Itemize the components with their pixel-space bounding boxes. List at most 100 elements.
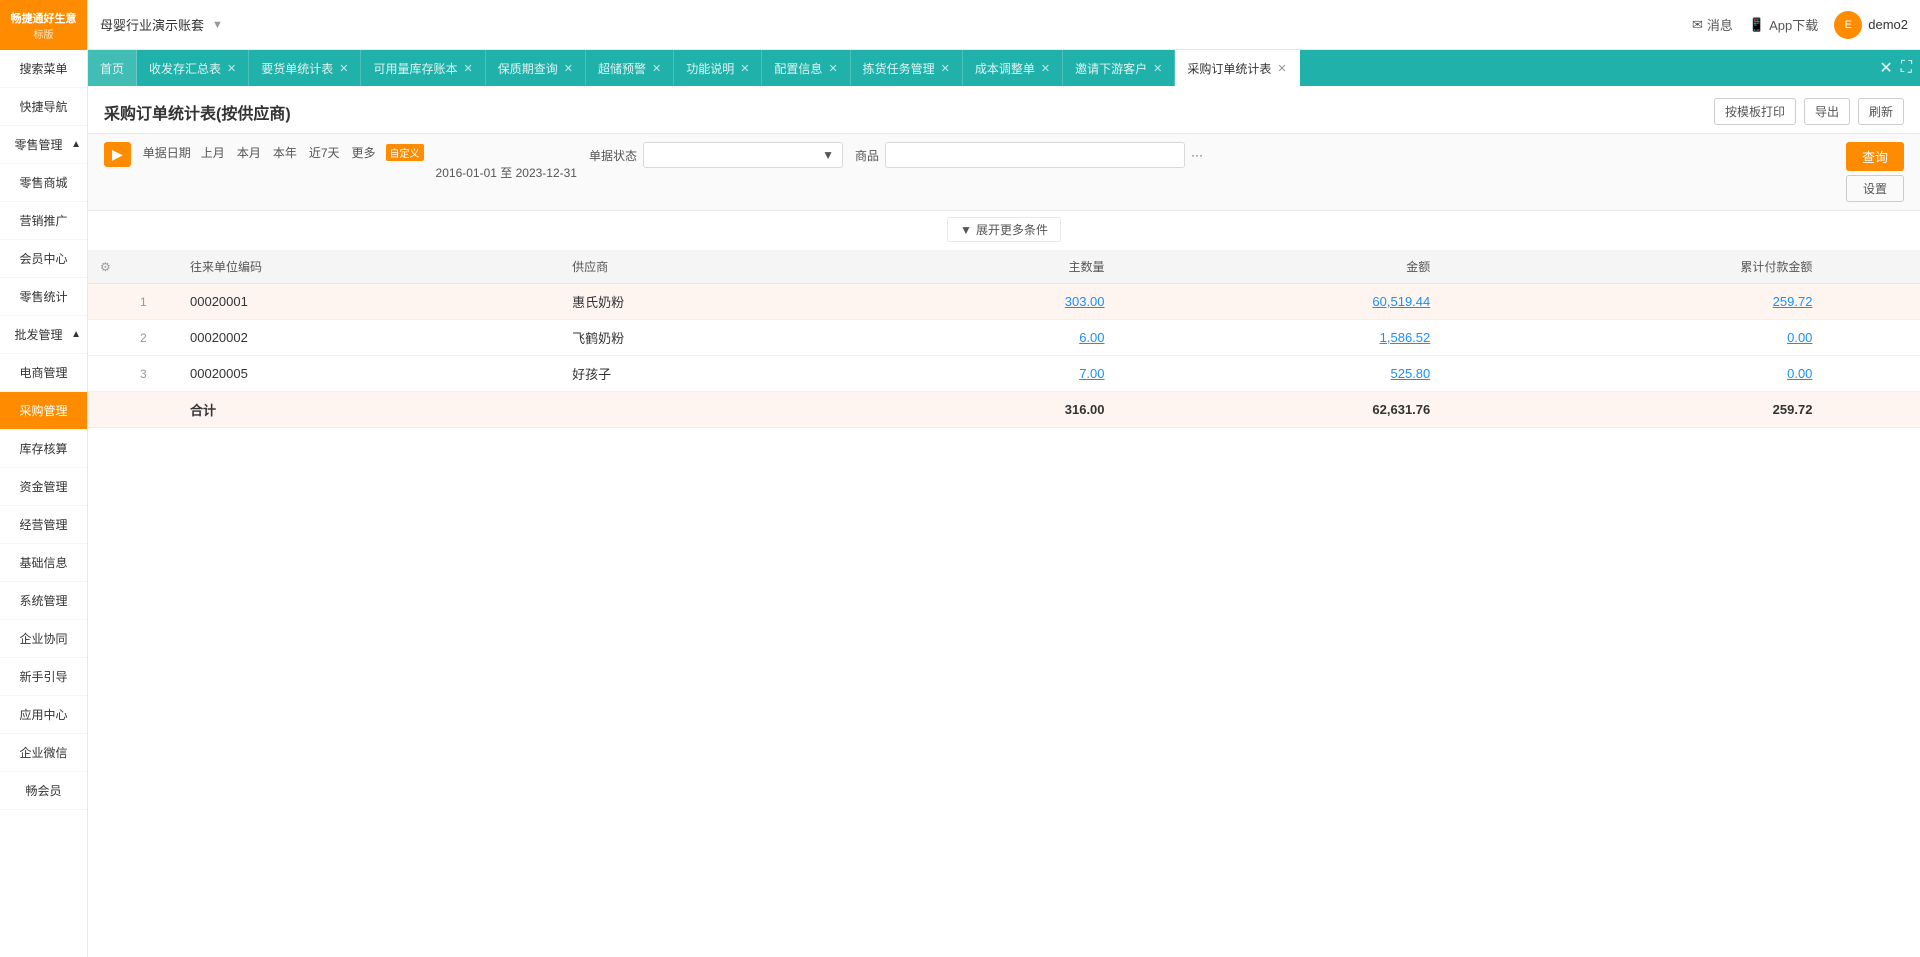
tab-home[interactable]: 首页 [88, 50, 137, 86]
goods-more-btn[interactable]: ··· [1191, 148, 1203, 162]
table-row[interactable]: 2 00020002 飞鹤奶粉 6.00 1,586.52 0.00 [88, 320, 1920, 356]
row-index: 3 [128, 356, 178, 392]
tab-label-home: 首页 [100, 60, 124, 77]
status-label: 单据状态 [589, 147, 637, 164]
expand-chevron-icon: ▼ [960, 223, 972, 237]
refresh-btn[interactable]: 刷新 [1858, 98, 1904, 125]
col-amount: 金额 [1117, 250, 1443, 284]
page-title: 采购订单统计表(按供应商) [104, 100, 291, 124]
app-download-label: App下载 [1769, 15, 1818, 34]
tab-cost-adjust[interactable]: 成本调整单✕ [963, 50, 1063, 86]
user-info[interactable]: E demo2 [1834, 11, 1908, 39]
tab-collect-send[interactable]: 收发存汇总表✕ [137, 50, 249, 86]
footer-empty-1 [88, 392, 128, 428]
topbar-right: ✉ 消息 📱 App下载 E demo2 [1692, 11, 1908, 39]
sidebar-item-system[interactable]: 系统管理 [0, 582, 87, 620]
tab-close-over-stock[interactable]: ✕ [652, 62, 661, 75]
close-tab-btn[interactable]: ✕ [1879, 58, 1892, 78]
table-row[interactable]: 3 00020005 好孩子 7.00 525.80 0.00 [88, 356, 1920, 392]
sidebar-item-wechat[interactable]: 企业微信 [0, 734, 87, 772]
action-btns: 查询 设置 [1846, 142, 1904, 202]
date-range-group: 2016-01-01 至 2023-12-31 [436, 142, 577, 181]
sidebar-item-basic[interactable]: 基础信息 [0, 544, 87, 582]
sidebar-item-retail-stat[interactable]: 零售统计 [0, 278, 87, 316]
template-print-btn[interactable]: 按模板打印 [1714, 98, 1796, 125]
sidebar-item-operation[interactable]: 经营管理 [0, 506, 87, 544]
tab-invite-customer[interactable]: 邀请下游客户✕ [1063, 50, 1175, 86]
sidebar-item-marketing[interactable]: 营销推广 [0, 202, 87, 240]
sidebar-item-retail[interactable]: 零售管理▲ [0, 126, 87, 164]
row-amount: 60,519.44 [1117, 284, 1443, 320]
tabbar: 首页收发存汇总表✕要货单统计表✕可用量库存账本✕保质期查询✕超储预警✕功能说明✕… [88, 50, 1920, 86]
tab-purchase-stat[interactable]: 要货单统计表✕ [249, 50, 361, 86]
col-supplier: 供应商 [560, 250, 863, 284]
sidebar-item-finance[interactable]: 资金管理 [0, 468, 87, 506]
row-unit-code: 00020005 [178, 356, 560, 392]
tab-close-purchase-order-stat[interactable]: ✕ [1277, 62, 1286, 75]
maximize-tab-btn[interactable]: ⛶ [1901, 59, 1912, 77]
sidebar-item-inventory[interactable]: 库存核算 [0, 430, 87, 468]
sidebar-item-corp[interactable]: 企业协同 [0, 620, 87, 658]
tab-shelf-life[interactable]: 保质期查询 ✕ [486, 50, 586, 86]
sidebar-item-retail-store[interactable]: 零售商城 [0, 164, 87, 202]
col-extra [1824, 250, 1920, 284]
sidebar-item-vip[interactable]: 畅会员 [0, 772, 87, 810]
message-btn[interactable]: ✉ 消息 [1692, 15, 1733, 34]
sidebar-nav: 搜索菜单快捷导航零售管理▲零售商城营销推广会员中心零售统计批发管理▲电商管理采购… [0, 50, 87, 810]
tab-close-cost-adjust[interactable]: ✕ [1041, 62, 1050, 75]
date-more[interactable]: 更多 [348, 142, 380, 163]
date-this-month[interactable]: 本月 [233, 142, 265, 163]
app-download-btn[interactable]: 📱 App下载 [1749, 15, 1818, 34]
sidebar-item-guide[interactable]: 新手引导 [0, 658, 87, 696]
table-container: ⚙ 往来单位编码 供应商 主数量 金额 累计付款金额 1 00020001 惠氏… [88, 250, 1920, 428]
date-7-days[interactable]: 近7天 [305, 142, 344, 163]
goods-input[interactable] [885, 142, 1185, 168]
date-last-month[interactable]: 上月 [197, 142, 229, 163]
status-select[interactable]: ▼ [643, 142, 843, 168]
tab-over-stock[interactable]: 超储预警 ✕ [586, 50, 674, 86]
tab-function-desc[interactable]: 功能说明✕ [674, 50, 762, 86]
row-supplier: 惠氏奶粉 [560, 284, 863, 320]
tab-close-invite-customer[interactable]: ✕ [1153, 62, 1162, 75]
tab-close-function-desc[interactable]: ✕ [740, 62, 749, 75]
row-extra [1824, 284, 1920, 320]
tab-config-info[interactable]: 配置信息✕ [762, 50, 850, 86]
tab-close-pick-task[interactable]: ✕ [941, 62, 950, 75]
tab-close-available-stock[interactable]: ✕ [464, 62, 473, 75]
tab-purchase-order-stat[interactable]: 采购订单统计表✕ [1175, 50, 1299, 86]
tab-close-purchase-stat[interactable]: ✕ [339, 62, 348, 75]
tab-close-collect-send[interactable]: ✕ [227, 62, 236, 75]
tab-label-over-stock: 超储预警 [598, 60, 646, 77]
sidebar-item-wholesale[interactable]: 批发管理▲ [0, 316, 87, 354]
table-settings-icon[interactable]: ⚙ [100, 260, 111, 274]
workspace-chevron-icon[interactable]: ▼ [212, 19, 223, 31]
custom-badge: 自定义 [386, 144, 424, 161]
tab-label-shelf-life: 保质期查询 [498, 60, 558, 77]
row-supplier: 好孩子 [560, 356, 863, 392]
col-unit-code: 往来单位编码 [178, 250, 560, 284]
sidebar-item-search[interactable]: 搜索菜单 [0, 50, 87, 88]
query-btn[interactable]: 查询 [1846, 142, 1904, 171]
date-this-year[interactable]: 本年 [269, 142, 301, 163]
settings-btn[interactable]: 设置 [1846, 175, 1904, 202]
table-header-row: ⚙ 往来单位编码 供应商 主数量 金额 累计付款金额 [88, 250, 1920, 284]
filter-toggle-btn[interactable]: ▶ [104, 142, 131, 167]
footer-paid-amount: 259.72 [1442, 392, 1824, 428]
row-paid-amount: 259.72 [1442, 284, 1824, 320]
tab-close-config-info[interactable]: ✕ [828, 62, 837, 75]
sidebar-item-app-center[interactable]: 应用中心 [0, 696, 87, 734]
sidebar-item-ecommerce[interactable]: 电商管理 [0, 354, 87, 392]
footer-empty-2 [128, 392, 178, 428]
export-btn[interactable]: 导出 [1804, 98, 1850, 125]
tab-pick-task[interactable]: 拣货任务管理✕ [851, 50, 963, 86]
row-settings [88, 320, 128, 356]
sidebar-item-purchase[interactable]: 采购管理 [0, 392, 87, 430]
tab-close-shelf-life[interactable]: ✕ [564, 62, 573, 75]
sidebar-item-quick[interactable]: 快捷导航 [0, 88, 87, 126]
tab-available-stock[interactable]: 可用量库存账本✕ [361, 50, 485, 86]
logo-sub: 标版 [34, 26, 54, 41]
sidebar-item-label-corp: 企业协同 [6, 630, 81, 647]
table-row[interactable]: 1 00020001 惠氏奶粉 303.00 60,519.44 259.72 [88, 284, 1920, 320]
expand-conditions-btn[interactable]: ▼ 展开更多条件 [947, 217, 1061, 242]
sidebar-item-member[interactable]: 会员中心 [0, 240, 87, 278]
